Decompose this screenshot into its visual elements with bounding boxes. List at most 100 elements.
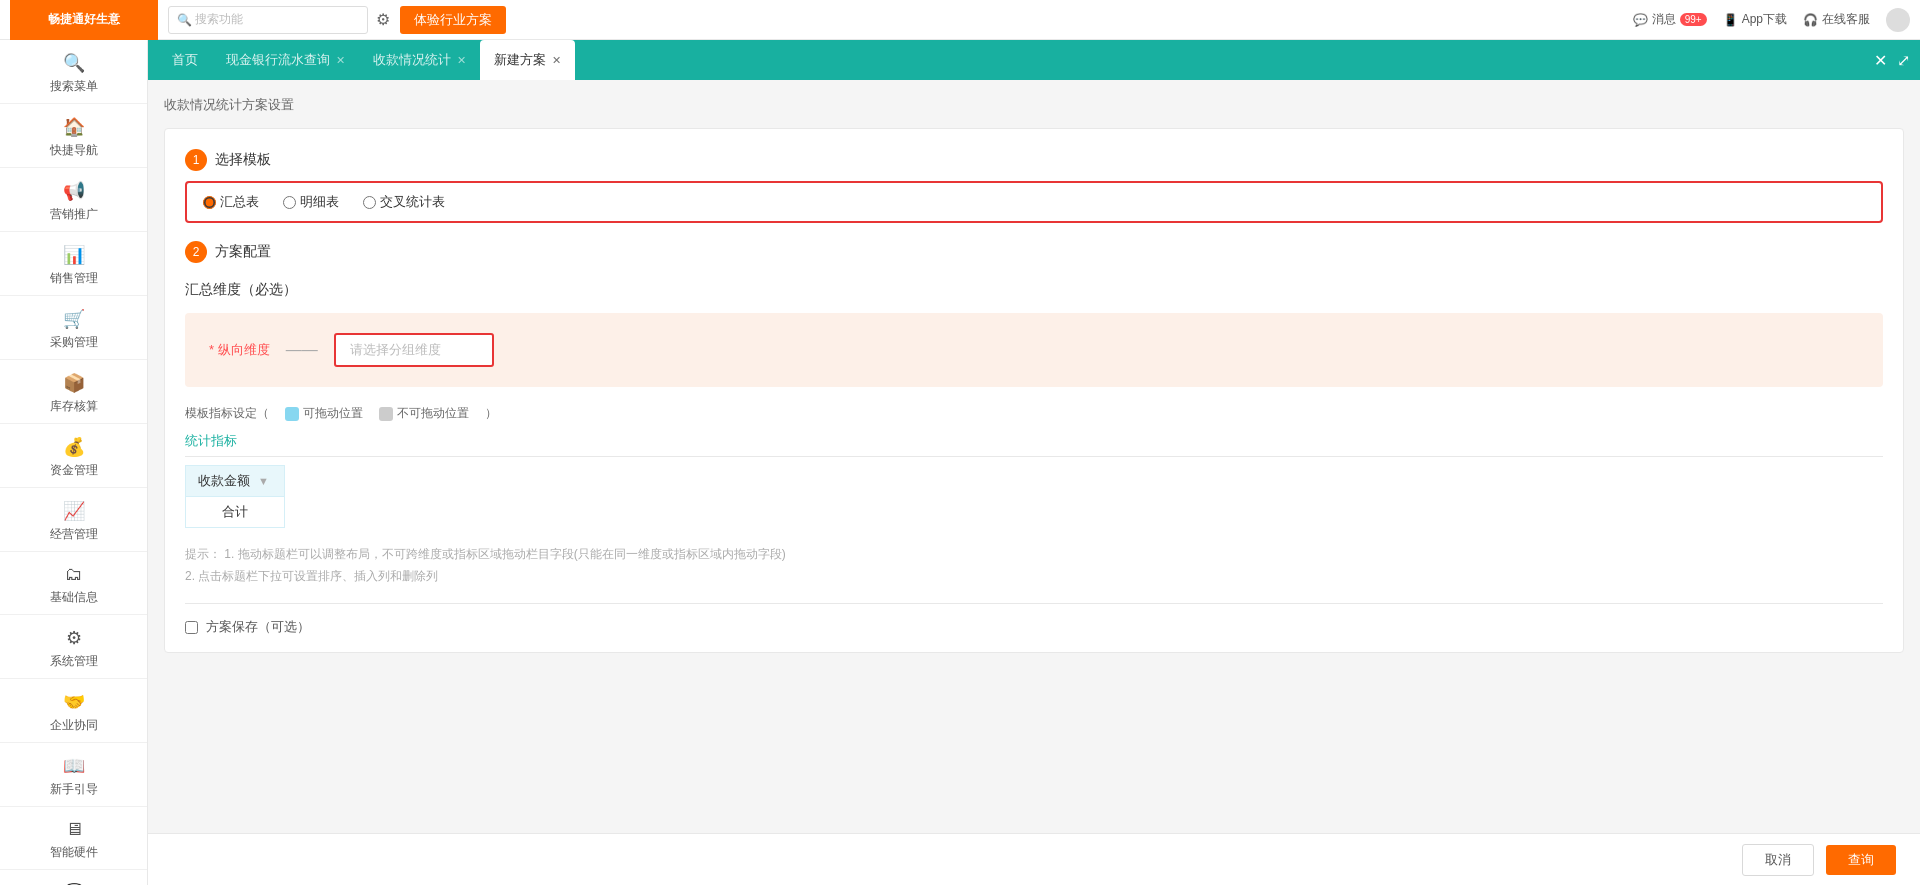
app-download-item[interactable]: 📱 App下载 <box>1723 11 1787 28</box>
search-placeholder: 搜索功能 <box>195 11 243 28</box>
cancel-button[interactable]: 取消 <box>1742 844 1814 876</box>
sidebar-item-finance[interactable]: 💰 资金管理 <box>0 424 147 488</box>
logo-area: 畅捷通好生意 <box>10 0 158 40</box>
tab-cash-flow[interactable]: 现金银行流水查询 ✕ <box>212 40 359 80</box>
metrics-table: 收款金额 ▼ 合计 <box>185 465 285 528</box>
tab-collection-stats[interactable]: 收款情况统计 ✕ <box>359 40 480 80</box>
radio-detail-label: 明细表 <box>300 193 339 211</box>
dimension-select[interactable]: 请选择分组维度 <box>334 333 494 367</box>
radio-summary[interactable]: 汇总表 <box>203 193 259 211</box>
purchase-icon: 🛒 <box>63 308 85 330</box>
metrics-header: 模板指标设定（ 可拖动位置 不可拖动位置 ） <box>185 405 1883 422</box>
tab-bar: 首页 现金银行流水查询 ✕ 收款情况统计 ✕ 新建方案 ✕ ✕ ⤢ <box>148 40 1920 80</box>
step1-label: 选择模板 <box>215 151 271 169</box>
tab-new-scheme-label: 新建方案 <box>494 51 546 69</box>
sidebar-item-home[interactable]: 🏠 快捷导航 <box>0 104 147 168</box>
app-download-label: App下载 <box>1742 11 1787 28</box>
footer-bar: 取消 查询 <box>148 833 1920 885</box>
sidebar: 🔍 搜索菜单 🏠 快捷导航 📢 营销推广 📊 销售管理 🛒 采购管理 📦 库存核… <box>0 40 148 885</box>
page-title: 收款情况统计方案设置 <box>164 96 1904 114</box>
tab-new-scheme[interactable]: 新建方案 ✕ <box>480 40 575 80</box>
sidebar-item-guide[interactable]: 📖 新手引导 <box>0 743 147 807</box>
inventory-icon: 📦 <box>63 372 85 394</box>
column-dropdown-icon[interactable]: ▼ <box>258 475 269 487</box>
dimension-title: 汇总维度（必选） <box>185 281 1883 299</box>
sidebar-item-basics[interactable]: 🗂 基础信息 <box>0 552 147 615</box>
required-star: * <box>209 342 214 357</box>
marketing-icon: 📢 <box>63 180 85 202</box>
tab-collection-stats-label: 收款情况统计 <box>373 51 451 69</box>
tab-new-scheme-close[interactable]: ✕ <box>552 54 561 67</box>
metrics-column-header[interactable]: 收款金额 ▼ <box>186 466 284 497</box>
notification-item[interactable]: 💬 消息 99+ <box>1633 11 1707 28</box>
top-header: 畅捷通好生意 🔍 搜索功能 ⚙ 体验行业方案 💬 消息 99+ 📱 App下载 … <box>0 0 1920 40</box>
sidebar-item-inventory[interactable]: 📦 库存核算 <box>0 360 147 424</box>
metrics-section: 模板指标设定（ 可拖动位置 不可拖动位置 ） <box>185 405 1883 528</box>
sidebar-item-sales[interactable]: 📊 销售管理 <box>0 232 147 296</box>
radio-summary-label: 汇总表 <box>220 193 259 211</box>
radio-summary-input[interactable] <box>203 196 216 209</box>
tab-cash-flow-close[interactable]: ✕ <box>336 54 345 67</box>
basics-icon: 🗂 <box>65 564 83 585</box>
tab-collection-stats-close[interactable]: ✕ <box>457 54 466 67</box>
metrics-header-label: 模板指标设定（ <box>185 405 269 422</box>
sidebar-item-operations[interactable]: 📈 经营管理 <box>0 488 147 552</box>
sidebar-item-cooperation[interactable]: 🤝 企业协同 <box>0 679 147 743</box>
step2-row: 2 方案配置 <box>185 241 1883 263</box>
sidebar-item-label-hardware: 智能硬件 <box>50 844 98 861</box>
radio-cross[interactable]: 交叉统计表 <box>363 193 445 211</box>
sidebar-item-label-basics: 基础信息 <box>50 589 98 606</box>
tab-cash-flow-label: 现金银行流水查询 <box>226 51 330 69</box>
sidebar-item-purchase[interactable]: 🛒 采购管理 <box>0 296 147 360</box>
settings-icon[interactable]: ⚙ <box>376 10 390 29</box>
tip-1: 提示： 1. 拖动标题栏可以调整布局，不可跨维度或指标区域拖动栏目字段(只能在同… <box>185 544 1883 566</box>
user-avatar[interactable] <box>1886 8 1910 32</box>
draggable-dot <box>285 407 299 421</box>
step1-badge: 1 <box>185 149 207 171</box>
service-icon: 🎧 <box>1803 13 1818 27</box>
sidebar-item-system[interactable]: ⚙ 系统管理 <box>0 615 147 679</box>
sidebar-item-label-finance: 资金管理 <box>50 462 98 479</box>
notification-label: 消息 <box>1652 11 1676 28</box>
sidebar-item-label-guide: 新手引导 <box>50 781 98 798</box>
sidebar-item-marketing[interactable]: 📢 营销推广 <box>0 168 147 232</box>
trial-button[interactable]: 体验行业方案 <box>400 6 506 34</box>
tab-expand-icon[interactable]: ⤢ <box>1897 51 1910 70</box>
dimension-arrow: —— <box>286 341 318 359</box>
sidebar-item-hardware[interactable]: 🖥 智能硬件 <box>0 807 147 870</box>
step1-row: 1 选择模板 <box>185 149 1883 171</box>
download-icon: 📱 <box>1723 13 1738 27</box>
metrics-table-cell-total: 合计 <box>186 497 284 527</box>
radio-detail[interactable]: 明细表 <box>283 193 339 211</box>
save-row: 方案保存（可选） <box>185 603 1883 636</box>
home-icon: 🏠 <box>63 116 85 138</box>
template-selection: 汇总表 明细表 交叉统计表 <box>185 181 1883 223</box>
radio-cross-label: 交叉统计表 <box>380 193 445 211</box>
sidebar-item-wechat[interactable]: 💬 企业微信 <box>0 870 147 885</box>
save-checkbox[interactable] <box>185 621 198 634</box>
header-search-box[interactable]: 🔍 搜索功能 <box>168 6 368 34</box>
radio-detail-input[interactable] <box>283 196 296 209</box>
header-actions: 💬 消息 99+ 📱 App下载 🎧 在线客服 <box>1633 8 1910 32</box>
page-content: 收款情况统计方案设置 1 选择模板 汇总表 明细表 <box>148 80 1920 833</box>
tip-2: 2. 点击标题栏下拉可设置排序、插入列和删除列 <box>185 566 1883 588</box>
dimension-area: * 纵向维度 —— 请选择分组维度 <box>185 313 1883 387</box>
sidebar-item-label-inventory: 库存核算 <box>50 398 98 415</box>
online-service-label: 在线客服 <box>1822 11 1870 28</box>
message-icon: 💬 <box>1633 13 1648 27</box>
sidebar-item-label-purchase: 采购管理 <box>50 334 98 351</box>
notification-badge: 99+ <box>1680 13 1707 26</box>
tab-close-window-icon[interactable]: ✕ <box>1874 51 1887 70</box>
vertical-dimension-label: * 纵向维度 <box>209 341 270 359</box>
home-tab-label: 首页 <box>172 51 198 69</box>
query-button[interactable]: 查询 <box>1826 845 1896 875</box>
operations-icon: 📈 <box>63 500 85 522</box>
draggable-indicator: 可拖动位置 <box>285 405 363 422</box>
radio-cross-input[interactable] <box>363 196 376 209</box>
sidebar-item-search[interactable]: 🔍 搜索菜单 <box>0 40 147 104</box>
tab-home[interactable]: 首页 <box>158 40 212 80</box>
sidebar-item-label-marketing: 营销推广 <box>50 206 98 223</box>
sidebar-item-label-cooperation: 企业协同 <box>50 717 98 734</box>
online-service-item[interactable]: 🎧 在线客服 <box>1803 11 1870 28</box>
sidebar-item-label-home: 快捷导航 <box>50 142 98 159</box>
